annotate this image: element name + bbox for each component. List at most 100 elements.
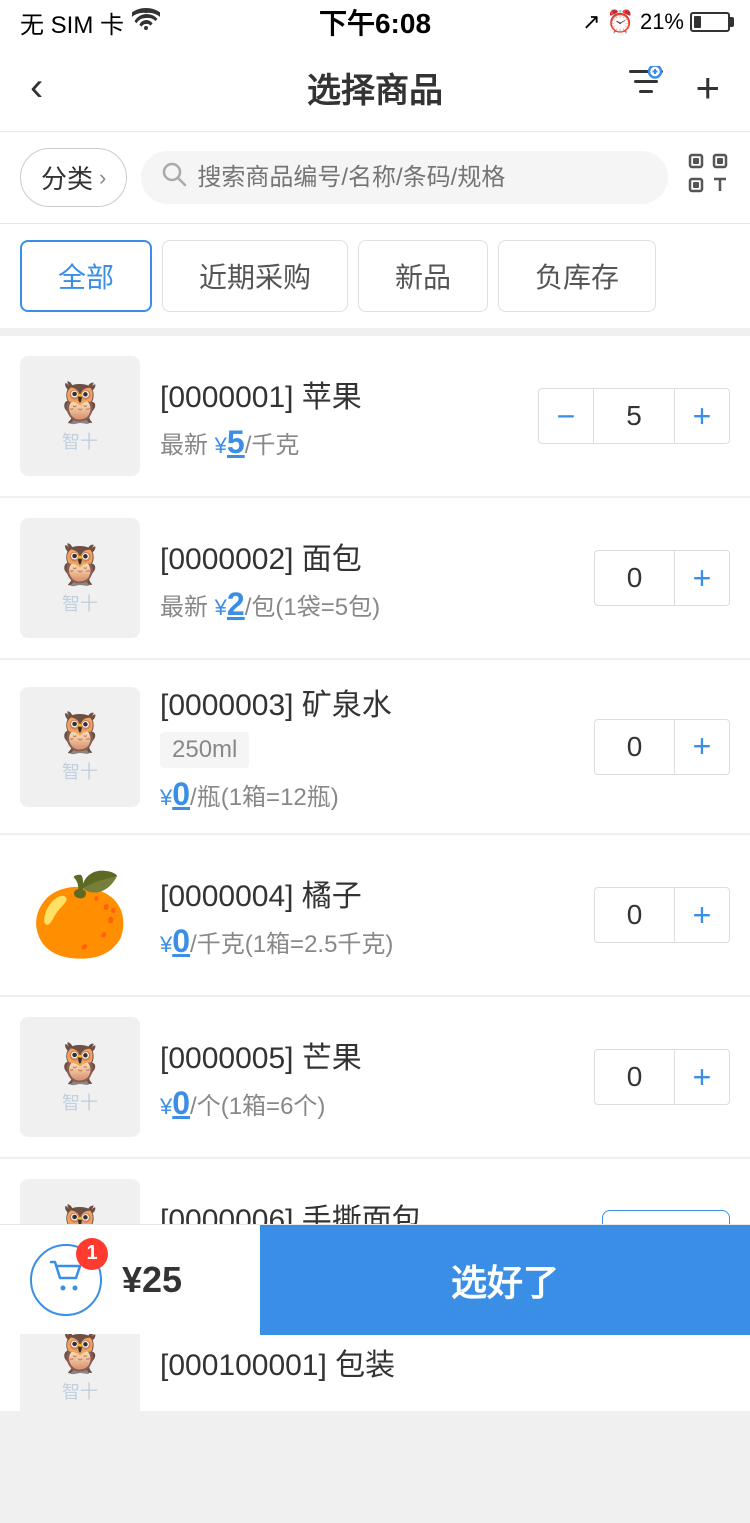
product-info: [0000002] 面包 最新 ¥2/包(1袋=5包) bbox=[160, 534, 574, 623]
qty-plus-button[interactable]: + bbox=[674, 719, 730, 775]
product-item: 🦉 智十 [0000001] 苹果 最新 ¥5/千克 − + bbox=[0, 336, 750, 496]
owl-icon: 🦉 bbox=[55, 379, 105, 426]
owl-icon: 🦉 bbox=[55, 541, 105, 588]
price-unit: /包(1袋=5包) bbox=[245, 594, 380, 621]
product-name: [0000003] 矿泉水 bbox=[160, 680, 574, 724]
qty-control: + bbox=[594, 887, 730, 943]
filter-icon[interactable] bbox=[627, 66, 665, 109]
owl-text: 智十 bbox=[62, 758, 98, 784]
price-currency-icon: ¥ bbox=[160, 932, 172, 957]
price-currency-icon: ¥ bbox=[215, 433, 227, 458]
product-info: [0000005] 芒果 ¥0/个(1箱=6个) bbox=[160, 1033, 574, 1122]
page-title: 选择商品 bbox=[307, 63, 443, 112]
tab-negative[interactable]: 负库存 bbox=[498, 240, 656, 312]
product-thumbnail: 🦉 智十 bbox=[20, 356, 140, 476]
owl-icon: 🦉 bbox=[55, 1329, 105, 1376]
search-input[interactable] bbox=[197, 164, 648, 192]
product-thumbnail: 🦉 智十 bbox=[20, 1017, 140, 1137]
product-thumbnail: 🦉 智十 bbox=[20, 1321, 140, 1411]
qty-plus-button[interactable]: + bbox=[674, 887, 730, 943]
search-box bbox=[141, 151, 668, 204]
wifi-icon bbox=[132, 8, 160, 37]
tabs-bar: 全部 近期采购 新品 负库存 bbox=[0, 224, 750, 336]
cart-badge: 1 bbox=[76, 1238, 108, 1270]
qty-control: + bbox=[594, 550, 730, 606]
bottom-bar: 1 ¥25 选好了 bbox=[0, 1224, 750, 1334]
product-price: 最新 ¥2/包(1袋=5包) bbox=[160, 586, 574, 623]
price-currency-icon: ¥ bbox=[160, 1094, 172, 1119]
scan-icon[interactable] bbox=[686, 151, 730, 204]
back-button[interactable]: ‹ bbox=[30, 65, 43, 110]
price-value: 2 bbox=[227, 586, 245, 622]
product-item: 🦉 智十 [000100001] 包装 bbox=[0, 1321, 750, 1411]
search-icon bbox=[161, 161, 187, 194]
qty-input[interactable] bbox=[594, 1049, 674, 1105]
product-name: [0000001] 苹果 bbox=[160, 372, 518, 416]
product-info: [0000003] 矿泉水 250ml ¥0/瓶(1箱=12瓶) bbox=[160, 680, 574, 813]
price-label: 最新 bbox=[160, 432, 215, 459]
qty-plus-button[interactable]: + bbox=[674, 388, 730, 444]
carrier-text: 无 SIM 卡 bbox=[20, 5, 124, 40]
product-price: ¥0/个(1箱=6个) bbox=[160, 1085, 574, 1122]
price-value: 0 bbox=[172, 776, 190, 812]
price-value: 0 bbox=[172, 923, 190, 959]
tab-recent[interactable]: 近期采购 bbox=[162, 240, 348, 312]
status-right: ↗ ⏰ 21% bbox=[582, 9, 730, 35]
product-item: 🍊 [0000004] 橘子 ¥0/千克(1箱=2.5千克) + bbox=[0, 835, 750, 995]
nav-bar: ‹ 选择商品 + bbox=[0, 44, 750, 132]
owl-text: 智十 bbox=[62, 428, 98, 454]
category-button[interactable]: 分类 › bbox=[20, 148, 127, 207]
owl-icon: 🦉 bbox=[55, 709, 105, 756]
confirm-button[interactable]: 选好了 bbox=[260, 1225, 750, 1335]
price-unit: /瓶(1箱=12瓶) bbox=[190, 784, 339, 811]
product-thumbnail: 🦉 智十 bbox=[20, 687, 140, 807]
battery-icon bbox=[690, 12, 730, 32]
product-name: [0000002] 面包 bbox=[160, 534, 574, 578]
qty-input[interactable] bbox=[594, 550, 674, 606]
tab-all[interactable]: 全部 bbox=[20, 240, 152, 312]
status-left: 无 SIM 卡 bbox=[20, 5, 160, 40]
qty-plus-button[interactable]: + bbox=[674, 1049, 730, 1105]
product-item: 🦉 智十 [0000005] 芒果 ¥0/个(1箱=6个) + bbox=[0, 997, 750, 1157]
qty-input[interactable] bbox=[594, 719, 674, 775]
category-label: 分类 bbox=[41, 159, 93, 196]
price-value: 0 bbox=[172, 1085, 190, 1121]
product-item: 🦉 智十 [0000003] 矿泉水 250ml ¥0/瓶(1箱=12瓶) + bbox=[0, 660, 750, 833]
cart-button[interactable]: 1 bbox=[30, 1244, 102, 1316]
product-info: [0000004] 橘子 ¥0/千克(1箱=2.5千克) bbox=[160, 871, 574, 960]
product-thumbnail: 🍊 bbox=[20, 855, 140, 975]
placeholder-logo: 🦉 智十 bbox=[55, 1329, 105, 1404]
qty-minus-button[interactable]: − bbox=[538, 388, 594, 444]
owl-icon: 🦉 bbox=[55, 1040, 105, 1087]
cart-total: ¥25 bbox=[122, 1259, 182, 1301]
location-icon: ↗ bbox=[582, 9, 600, 35]
qty-input[interactable] bbox=[594, 887, 674, 943]
add-icon[interactable]: + bbox=[695, 64, 720, 112]
product-info: [000100001] 包装 bbox=[160, 1340, 730, 1392]
price-currency-icon: ¥ bbox=[215, 595, 227, 620]
product-price: ¥0/瓶(1箱=12瓶) bbox=[160, 776, 574, 813]
price-label: 最新 bbox=[160, 594, 215, 621]
cart-section: 1 ¥25 bbox=[0, 1244, 260, 1316]
status-time: 下午6:08 bbox=[319, 2, 431, 42]
tab-new[interactable]: 新品 bbox=[358, 240, 488, 312]
product-price: 最新 ¥5/千克 bbox=[160, 424, 518, 461]
battery-percent: 21% bbox=[640, 9, 684, 35]
qty-input[interactable] bbox=[594, 388, 674, 444]
placeholder-logo: 🦉 智十 bbox=[55, 541, 105, 616]
product-name: [000100001] 包装 bbox=[160, 1340, 730, 1384]
nav-right-actions: + bbox=[627, 64, 720, 112]
product-info: [0000001] 苹果 最新 ¥5/千克 bbox=[160, 372, 518, 461]
product-spec: 250ml bbox=[160, 732, 249, 768]
alarm-icon: ⏰ bbox=[607, 9, 634, 35]
qty-control: + bbox=[594, 719, 730, 775]
price-unit: /个(1箱=6个) bbox=[190, 1093, 325, 1120]
qty-plus-button[interactable]: + bbox=[674, 550, 730, 606]
product-thumbnail: 🦉 智十 bbox=[20, 518, 140, 638]
product-name: [0000004] 橘子 bbox=[160, 871, 574, 915]
product-price: ¥0/千克(1箱=2.5千克) bbox=[160, 923, 574, 960]
product-item: 🦉 智十 [0000002] 面包 最新 ¥2/包(1袋=5包) + bbox=[0, 498, 750, 658]
category-chevron-icon: › bbox=[99, 165, 106, 191]
placeholder-logo: 🦉 智十 bbox=[55, 379, 105, 454]
placeholder-logo: 🦉 智十 bbox=[55, 1040, 105, 1115]
